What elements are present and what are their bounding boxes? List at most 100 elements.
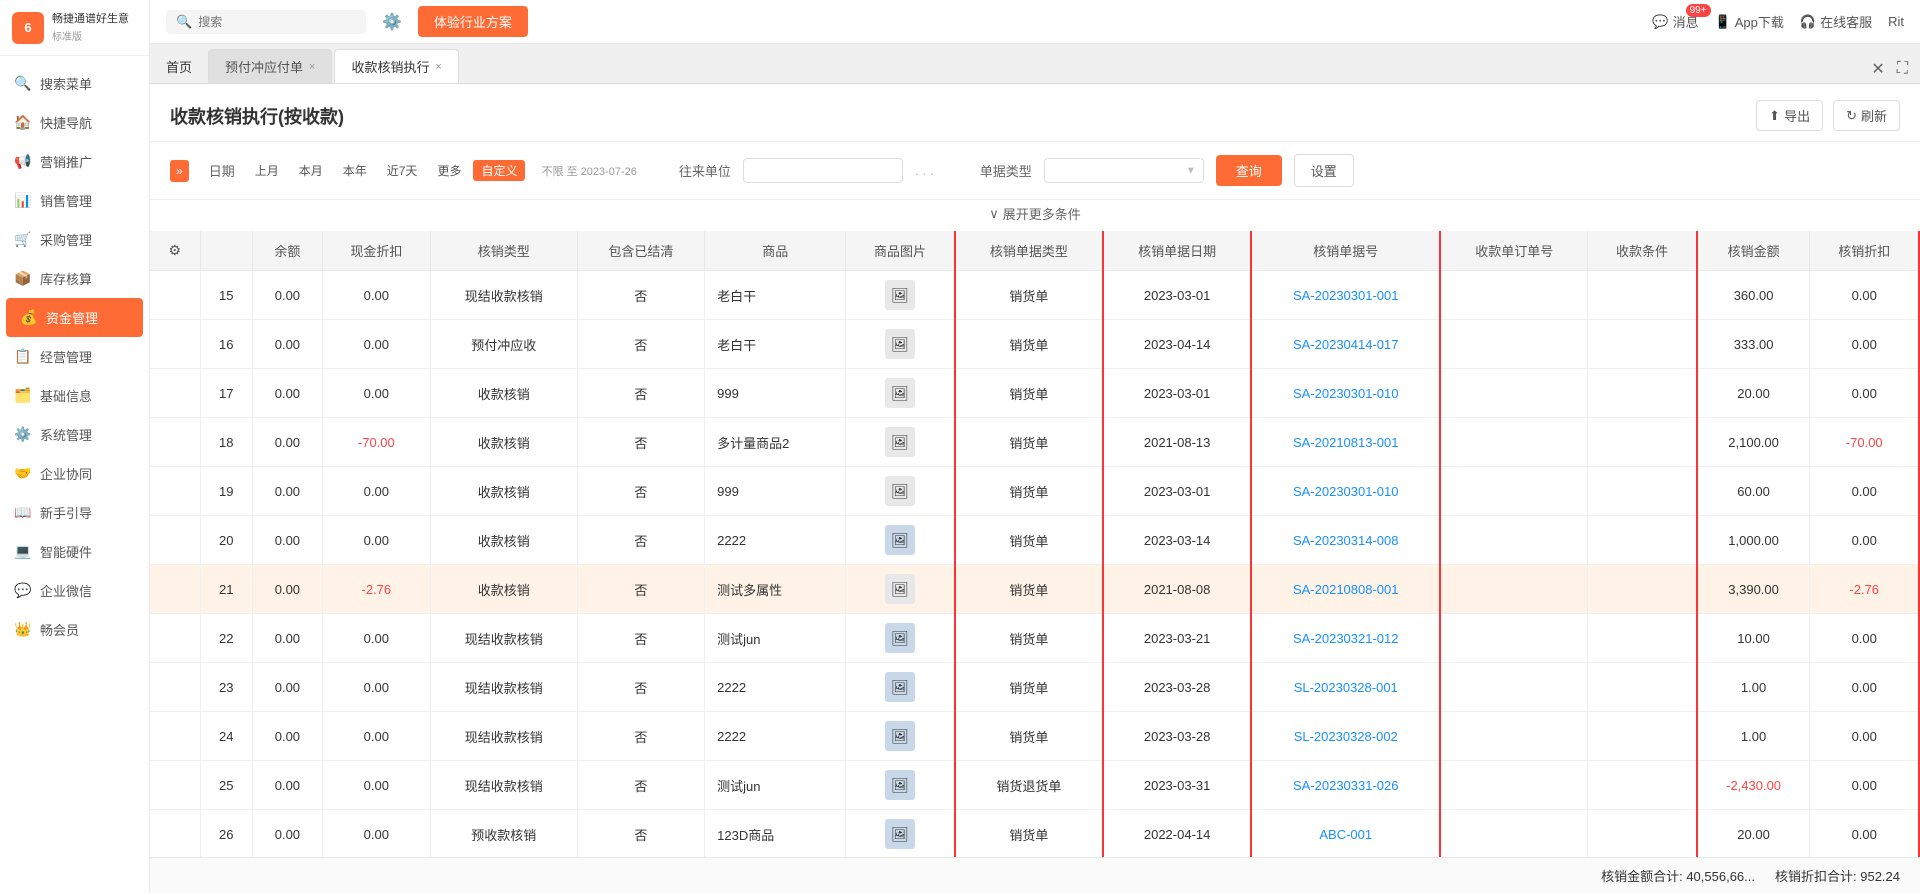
- message-button[interactable]: 💬 消息 99+: [1652, 12, 1698, 31]
- sidebar-item-inventory[interactable]: 📦库存核算: [0, 259, 149, 298]
- cell-settings: [150, 614, 200, 663]
- cell-cancel-amount: 1.00: [1697, 712, 1810, 761]
- date-last-month[interactable]: 上月: [247, 159, 287, 182]
- app-download-button[interactable]: 📱 App下载: [1715, 12, 1784, 31]
- cancel-bill-no-link[interactable]: SL-20230328-002: [1294, 729, 1398, 744]
- cancel-bill-no-link[interactable]: SA-20230331-026: [1293, 778, 1399, 793]
- sidebar-item-marketing[interactable]: 📢营销推广: [0, 142, 149, 181]
- cell-cancel-type: 预收款核销: [430, 810, 577, 858]
- type-select[interactable]: [1044, 158, 1204, 183]
- tab-prepay-close[interactable]: ×: [309, 61, 315, 73]
- cell-product-img: 🖼: [846, 516, 955, 565]
- sidebar-item-system[interactable]: ⚙️ 系统管理: [0, 415, 149, 454]
- filter-settings-button[interactable]: 设置: [1294, 154, 1354, 187]
- cell-settings: [150, 467, 200, 516]
- cell-balance: 0.00: [253, 271, 323, 320]
- hardware-icon: 💻: [14, 543, 32, 560]
- gear-icon[interactable]: ⚙️: [382, 12, 402, 32]
- message-badge: 99+: [1686, 4, 1711, 17]
- expand-more-button[interactable]: ∨ 展开更多条件: [989, 204, 1081, 223]
- sidebar-item-purchase[interactable]: 🛒采购管理: [0, 220, 149, 259]
- cancel-bill-no-link[interactable]: SA-20230301-001: [1293, 288, 1399, 303]
- cancel-bill-no-link[interactable]: SA-20210808-001: [1293, 582, 1399, 597]
- cell-seq: 24: [200, 712, 253, 761]
- cell-cancel-amount: 10.00: [1697, 614, 1810, 663]
- footer-totals: 核销金额合计: 40,556,66... 核销折扣合计: 952.24: [1601, 866, 1900, 885]
- cell-cancel-amount: 2,100.00: [1697, 418, 1810, 467]
- cancel-bill-no-link[interactable]: SA-20230301-010: [1293, 484, 1399, 499]
- unit-input[interactable]: [743, 158, 903, 183]
- cell-cancel-bill-no[interactable]: ABC-001: [1251, 810, 1440, 858]
- cell-cancel-bill-date: 2023-04-14: [1103, 320, 1251, 369]
- date-this-month[interactable]: 本月: [291, 159, 331, 182]
- search-input[interactable]: [198, 15, 338, 29]
- cell-cancel-bill-no[interactable]: SA-20210813-001: [1251, 418, 1440, 467]
- tab-home-label: 首页: [166, 57, 192, 76]
- cell-cancel-bill-no[interactable]: SL-20230328-002: [1251, 712, 1440, 761]
- cell-product-img: 🖼: [846, 712, 955, 761]
- cell-cancel-bill-no[interactable]: SA-20230414-017: [1251, 320, 1440, 369]
- tab-close-button[interactable]: ✕: [1867, 55, 1888, 83]
- cell-product: 测试多属性: [705, 565, 846, 614]
- date-custom-badge[interactable]: 自定义: [473, 160, 525, 181]
- tab-receipt-close[interactable]: ×: [435, 61, 441, 73]
- cell-cancel-discount: 0.00: [1810, 614, 1919, 663]
- sidebar-item-member[interactable]: 👑畅会员: [0, 610, 149, 649]
- sidebar-item-basic[interactable]: 🗂️基础信息: [0, 376, 149, 415]
- unit-dots: ...: [915, 163, 938, 178]
- message-icon: 💬: [1652, 14, 1668, 30]
- query-button[interactable]: 查询: [1216, 155, 1282, 186]
- cell-cancel-type: 现结收款核销: [430, 712, 577, 761]
- cancel-bill-no-link[interactable]: SA-20230301-010: [1293, 386, 1399, 401]
- system-icon: ⚙️: [14, 426, 32, 443]
- cell-cancel-bill-no[interactable]: SA-20230301-010: [1251, 369, 1440, 418]
- user-name[interactable]: Rit: [1888, 14, 1904, 29]
- filter-expand-button[interactable]: »: [170, 160, 189, 182]
- solution-button[interactable]: 体验行业方案: [418, 6, 528, 37]
- date-more[interactable]: 更多: [429, 159, 469, 182]
- cell-cancel-bill-no[interactable]: SA-20230301-010: [1251, 467, 1440, 516]
- cell-cancel-bill-no[interactable]: SA-20210808-001: [1251, 565, 1440, 614]
- sidebar-item-shortcut[interactable]: 🏠快捷导航: [0, 103, 149, 142]
- cancel-bill-no-link[interactable]: SA-20230414-017: [1293, 337, 1399, 352]
- tab-prepay[interactable]: 预付冲应付单 ×: [208, 49, 332, 83]
- online-service-button[interactable]: 🎧 在线客服: [1800, 12, 1872, 31]
- cell-cancel-bill-no[interactable]: SA-20230301-001: [1251, 271, 1440, 320]
- cancel-bill-no-link[interactable]: SA-20210813-001: [1293, 435, 1399, 450]
- refresh-button[interactable]: ↻ 刷新: [1833, 100, 1900, 131]
- tab-home[interactable]: 首页: [150, 49, 208, 83]
- cancel-bill-no-link[interactable]: SA-20230314-008: [1293, 533, 1399, 548]
- date-this-year[interactable]: 本年: [335, 159, 375, 182]
- search-input-group: 🔍: [166, 10, 366, 34]
- cell-seq: 21: [200, 565, 253, 614]
- cell-cancel-bill-no[interactable]: SA-20230314-008: [1251, 516, 1440, 565]
- export-button[interactable]: ⬆ 导出: [1756, 100, 1823, 131]
- sidebar-item-sales[interactable]: 📊销售管理: [0, 181, 149, 220]
- sidebar-item-newbie[interactable]: 📖新手引导: [0, 493, 149, 532]
- sidebar-item-wechat[interactable]: 💬企业微信: [0, 571, 149, 610]
- date-last-7-days[interactable]: 近7天: [379, 159, 426, 182]
- sidebar-item-operations[interactable]: 📋经营管理: [0, 337, 149, 376]
- cancel-bill-no-link[interactable]: SA-20230321-012: [1293, 631, 1399, 646]
- cell-cancel-bill-no[interactable]: SL-20230328-001: [1251, 663, 1440, 712]
- sidebar-item-finance[interactable]: 💰资金管理: [6, 298, 143, 337]
- sidebar-item-cooperation[interactable]: 🤝企业协同: [0, 454, 149, 493]
- content-header: 收款核销执行(按收款) ⬆ 导出 ↻ 刷新: [150, 84, 1920, 142]
- cell-cancel-bill-no[interactable]: SA-20230321-012: [1251, 614, 1440, 663]
- sidebar-item-search[interactable]: 🔍搜索菜单: [0, 64, 149, 103]
- cell-product: 测试jun: [705, 761, 846, 810]
- tab-receipt[interactable]: 收款核销执行 ×: [334, 49, 458, 83]
- cell-seq: 16: [200, 320, 253, 369]
- th-settings[interactable]: ⚙: [150, 231, 200, 271]
- tab-receipt-label: 收款核销执行: [351, 57, 429, 76]
- cell-receipt-order-no: [1440, 467, 1587, 516]
- cancel-bill-no-link[interactable]: SL-20230328-001: [1294, 680, 1398, 695]
- th-cancel-amount: 核销金额: [1697, 231, 1810, 271]
- cell-cancel-bill-no[interactable]: SA-20230331-026: [1251, 761, 1440, 810]
- cell-cancel-bill-date: 2022-04-14: [1103, 810, 1251, 858]
- sidebar-item-hardware[interactable]: 💻智能硬件: [0, 532, 149, 571]
- tab-expand-button[interactable]: ⛶: [1893, 56, 1912, 82]
- sidebar-item-label: 系统管理: [40, 425, 92, 444]
- sidebar-item-label: 经营管理: [40, 347, 92, 366]
- cancel-bill-no-link[interactable]: ABC-001: [1319, 827, 1372, 842]
